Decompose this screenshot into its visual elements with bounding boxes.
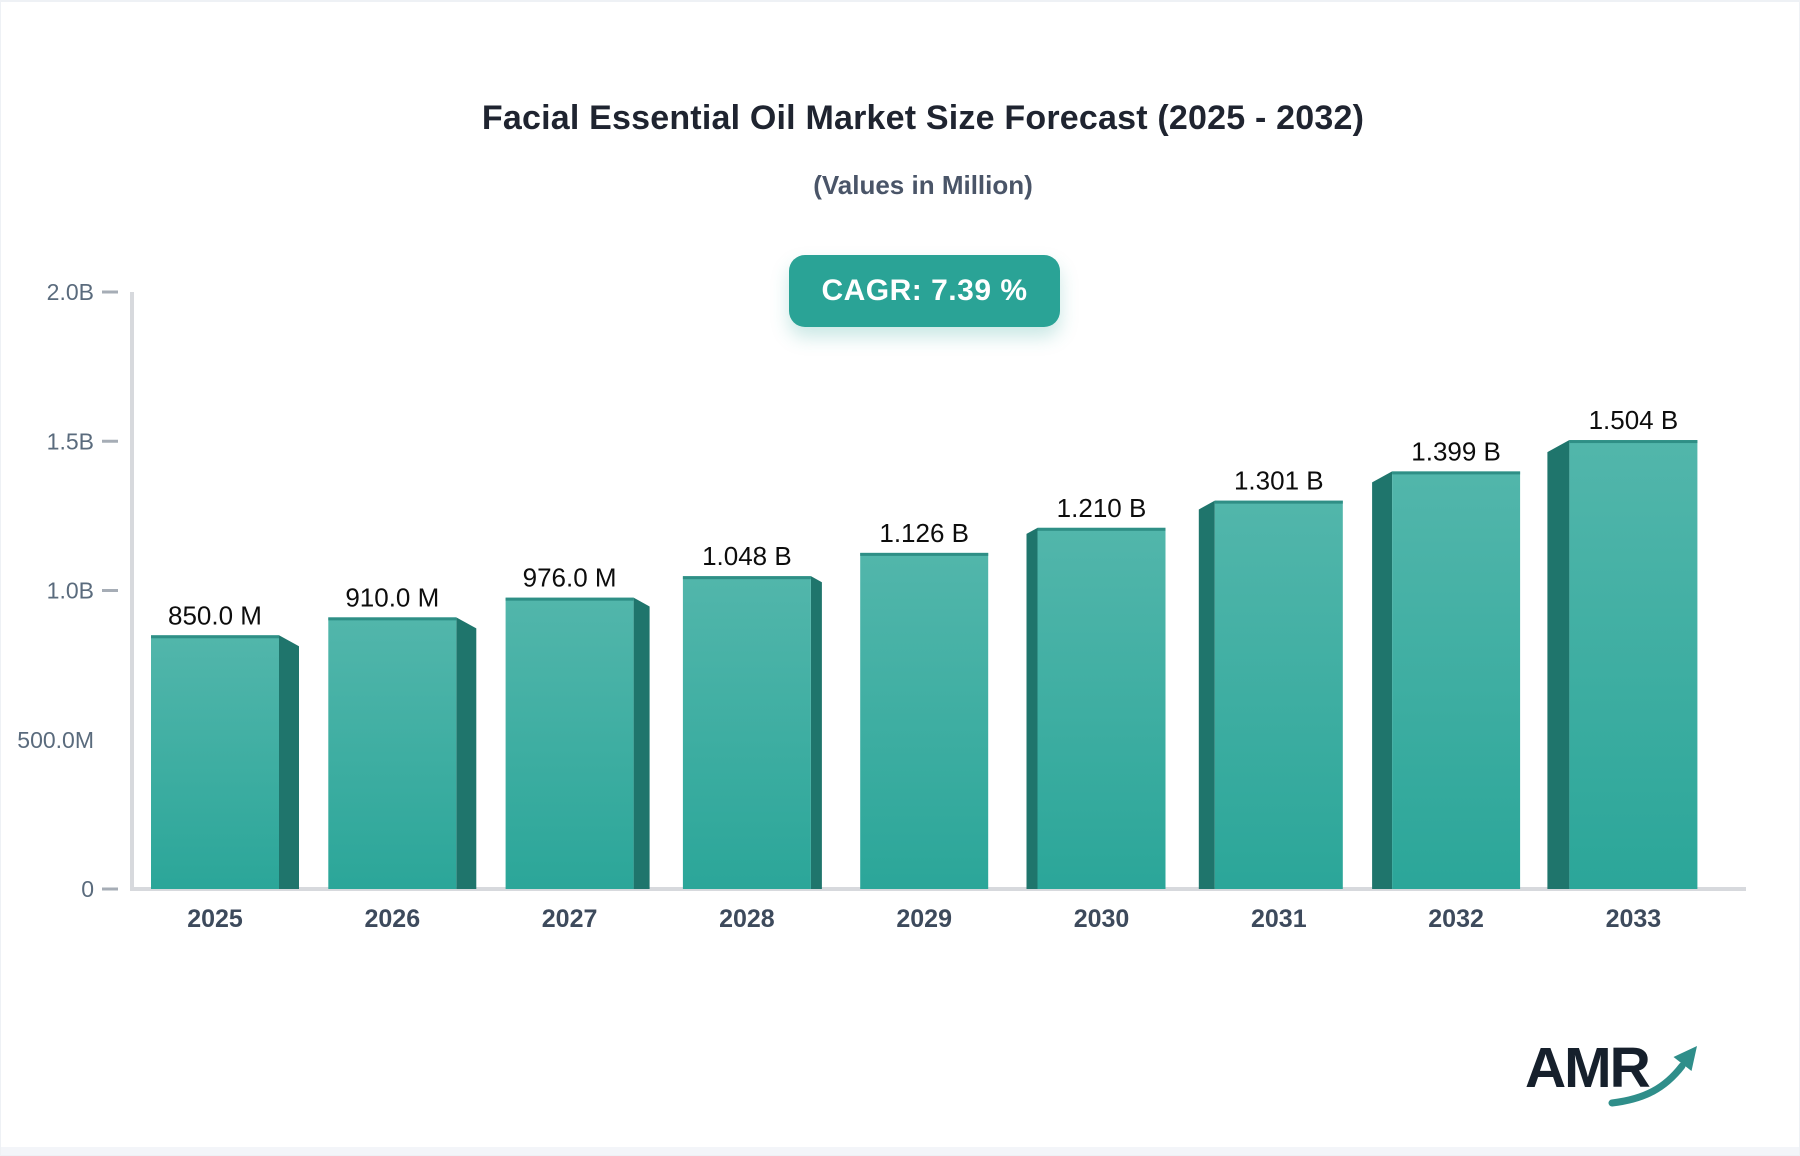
x-axis-label: 2029	[896, 905, 952, 933]
y-axis-tick-label: 1.5B	[47, 428, 94, 454]
y-axis-tick-label: 2.0B	[47, 279, 94, 305]
bar-front-face	[1037, 527, 1166, 889]
bar-front-face	[151, 635, 279, 889]
bar-top-edge	[1569, 440, 1698, 444]
bar-top-edge	[682, 576, 811, 580]
bar-side-face	[456, 617, 477, 889]
bar-top-edge	[505, 597, 634, 601]
bar-chart: 2.0B 1.5B 1.0B 500.0M 0 850.0 M 2025 910.0 M 202…	[17, 279, 1746, 933]
x-axis-label: 2028	[719, 905, 775, 933]
bar-side-face	[1026, 527, 1038, 889]
bar-front-face	[505, 597, 634, 889]
y-axis-tick-dash	[102, 589, 118, 592]
bar-side-face	[810, 576, 822, 889]
x-axis-label: 2031	[1251, 905, 1307, 933]
bar-top-edge	[1214, 500, 1343, 504]
x-axis-label: 2030	[1074, 905, 1130, 933]
bar-value-label: 910.0 M	[345, 582, 439, 612]
bar-value-label: 1.048 B	[702, 541, 792, 571]
y-axis-tick-dash	[102, 439, 118, 443]
x-axis-label: 2033	[1606, 905, 1662, 933]
bar-value-label: 1.504 B	[1589, 405, 1679, 435]
y-axis-tick-label: 1.0B	[47, 578, 94, 604]
bar-top-edge	[860, 552, 989, 556]
y-axis-tick-dash	[102, 887, 118, 891]
bar-side-face	[633, 597, 650, 889]
bar-front-face	[860, 552, 989, 889]
bar-value-label: 976.0 M	[523, 563, 617, 593]
y-axis-tick-dash	[102, 290, 118, 294]
bar-top-edge	[1037, 527, 1166, 531]
bar-side-face	[1198, 500, 1215, 889]
chart-card: Facial Essential Oil Market Size Forecas…	[0, 0, 1800, 1156]
bar-value-label: 1.399 B	[1411, 436, 1501, 466]
trend-up-arrow-icon	[1608, 1046, 1697, 1107]
bar-value-label: 1.210 B	[1057, 493, 1147, 523]
bar-side-face	[1372, 471, 1393, 889]
bottom-strip	[1, 1147, 1799, 1155]
bar-top-edge	[151, 635, 279, 639]
x-axis-label: 2027	[542, 905, 598, 933]
bar-front-face	[1214, 500, 1343, 889]
bar-side-face	[1547, 440, 1570, 889]
bar-top-edge	[1392, 471, 1521, 475]
x-axis-label: 2026	[364, 905, 420, 933]
bar-value-label: 1.126 B	[879, 518, 969, 548]
bar-value-label: 850.0 M	[168, 600, 262, 630]
bar-front-face	[682, 576, 811, 889]
bar-front-face	[1569, 440, 1698, 889]
bar-front-face	[1392, 471, 1521, 889]
y-axis-line	[130, 292, 134, 889]
bar-side-face	[279, 635, 299, 889]
y-axis-tick-label: 500.0M	[17, 727, 94, 753]
y-axis-tick-label: 0	[81, 876, 94, 902]
amr-logo: AMR	[1525, 1040, 1765, 1130]
bar-front-face	[328, 617, 457, 889]
bar-top-edge	[328, 617, 457, 621]
x-axis-label: 2032	[1428, 905, 1484, 933]
x-axis-label: 2025	[187, 905, 243, 933]
bar-value-label: 1.301 B	[1234, 466, 1324, 496]
